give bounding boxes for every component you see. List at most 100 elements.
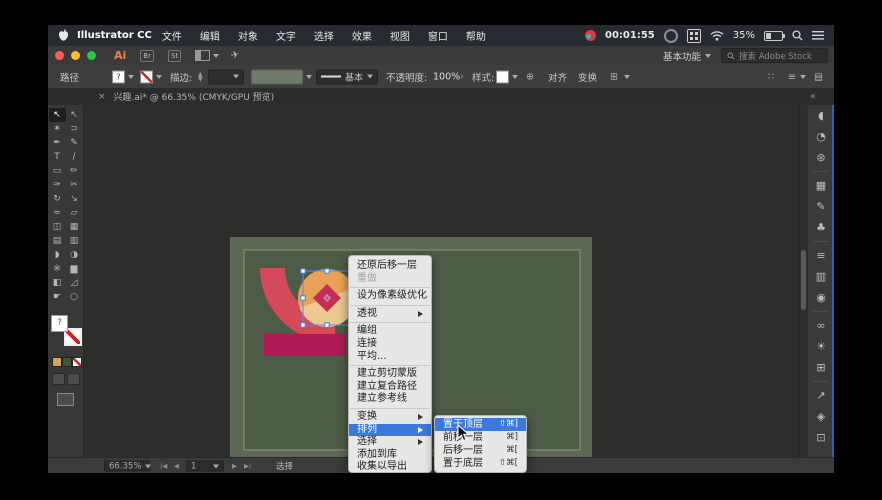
- menu-item-bring-to-front[interactable]: 置于顶层 ⇧⌘]: [435, 418, 526, 431]
- brush-definition-swatch[interactable]: [251, 69, 303, 84]
- column-graph-tool[interactable]: ▆: [66, 262, 83, 276]
- scale-tool[interactable]: ↘: [66, 192, 83, 206]
- line-segment-tool[interactable]: ∕: [66, 150, 83, 164]
- workspace-switcher[interactable]: 基本功能: [663, 49, 711, 63]
- paintbrush-tool[interactable]: ✏: [66, 164, 83, 178]
- opacity-value[interactable]: 100%: [433, 71, 460, 82]
- pen-tool[interactable]: ✒: [49, 136, 66, 150]
- menu-item-send-to-back[interactable]: 置于底层 ⇧⌘[: [435, 457, 526, 470]
- menu-item-join[interactable]: 连接: [349, 338, 431, 351]
- brushes-panel-icon[interactable]: ✎: [808, 196, 834, 217]
- vertical-scrollbar[interactable]: [799, 105, 807, 457]
- document-setup-icon[interactable]: ⊕: [526, 71, 534, 82]
- lasso-tool[interactable]: ⊃: [66, 122, 83, 136]
- blend-tool[interactable]: ◑: [66, 248, 83, 262]
- menubar-menu-effect[interactable]: 效果: [352, 28, 372, 43]
- minimize-window-button[interactable]: [71, 51, 80, 60]
- artboard-tool[interactable]: ◧: [49, 276, 66, 290]
- menubar-menu-select[interactable]: 选择: [314, 28, 334, 43]
- menubar-app-name[interactable]: Illustrator CC: [77, 30, 152, 41]
- menu-item-make-guides[interactable]: 建立参考线: [349, 393, 431, 406]
- direct-selection-tool[interactable]: ↖: [66, 108, 83, 122]
- color-panel-icon[interactable]: ◖: [808, 105, 834, 126]
- fill-chevron[interactable]: [128, 74, 134, 79]
- menu-item-undo-send-backward[interactable]: 还原后移一层: [349, 260, 431, 273]
- menu-item-perspective[interactable]: 透视: [349, 308, 431, 321]
- prev-artboard-button[interactable]: ◀: [174, 462, 179, 470]
- align-button[interactable]: 对齐: [548, 70, 567, 84]
- menu-item-select[interactable]: 选择: [349, 436, 431, 449]
- hand-tool[interactable]: ☛: [49, 290, 66, 304]
- stroke-swatch[interactable]: [140, 70, 153, 83]
- free-transform-tool[interactable]: ▱: [66, 206, 83, 220]
- perspective-grid-tool[interactable]: ▦: [66, 220, 83, 234]
- menubar-menu-view[interactable]: 视图: [390, 28, 410, 43]
- grid-options-icon[interactable]: ∷: [768, 71, 774, 82]
- style-swatch[interactable]: [496, 70, 509, 83]
- fill-unknown-swatch[interactable]: ?: [51, 315, 68, 332]
- fill-swatch[interactable]: ?: [112, 70, 125, 83]
- color-guide-panel-icon[interactable]: ◔: [808, 126, 834, 147]
- menu-item-make-compound-path[interactable]: 建立复合路径: [349, 381, 431, 394]
- zoom-tool[interactable]: ○: [66, 290, 83, 304]
- share-icon[interactable]: ✈: [230, 49, 240, 62]
- menu-item-add-to-library[interactable]: 添加到库: [349, 449, 431, 462]
- menu-item-collect-for-export[interactable]: 收集以导出: [349, 461, 431, 473]
- eyedropper-tool[interactable]: ◗: [49, 248, 66, 262]
- width-tool[interactable]: ≈: [49, 206, 66, 220]
- close-window-button[interactable]: [55, 51, 64, 60]
- cc-libraries-icon[interactable]: ∞: [808, 315, 834, 336]
- libraries-panel-icon[interactable]: ⊛: [808, 147, 834, 168]
- selection-tool[interactable]: ↖: [48, 108, 66, 122]
- document-tab-title[interactable]: 兴趣.ai* @ 66.35% (CMYK/GPU 预览): [114, 90, 275, 103]
- zoom-level-dropdown[interactable]: 66.35%: [104, 460, 152, 472]
- style-chevron[interactable]: [512, 74, 518, 79]
- mesh-tool[interactable]: ▤: [49, 234, 66, 248]
- menubar-menu-window[interactable]: 窗口: [428, 28, 448, 43]
- stock-search-input[interactable]: 搜索 Adobe Stock: [721, 48, 828, 63]
- artboards-panel-icon[interactable]: ⊞: [808, 357, 834, 378]
- curvature-tool[interactable]: ✎: [66, 136, 83, 150]
- input-source-icon[interactable]: [686, 28, 701, 43]
- tab-close-button[interactable]: ×: [98, 92, 106, 102]
- spotlight-search-icon[interactable]: [792, 30, 803, 41]
- menubar-menu-file[interactable]: 文件: [162, 28, 182, 43]
- menu-item-arrange[interactable]: 排列: [349, 423, 431, 437]
- magenta-rectangle[interactable]: [264, 334, 346, 356]
- brush-chevron[interactable]: [306, 74, 312, 79]
- scrollbar-thumb[interactable]: [801, 250, 806, 310]
- draw-behind-mode-button[interactable]: [67, 373, 80, 385]
- menubar-menu-help[interactable]: 帮助: [466, 28, 486, 43]
- scissors-tool[interactable]: ✂: [66, 178, 83, 192]
- export-panel-icon[interactable]: ↗: [808, 385, 834, 406]
- symbol-sprayer-tool[interactable]: ※: [49, 262, 66, 276]
- transform-panel-icon[interactable]: ⊞: [610, 71, 618, 82]
- gradient-mode-button[interactable]: [62, 357, 72, 367]
- menu-item-send-backward[interactable]: 后移一层 ⌘[: [435, 444, 526, 457]
- menu-options-icon[interactable]: ≡: [788, 71, 796, 82]
- appearance-panel-icon[interactable]: ☀: [808, 336, 834, 357]
- last-artboard-button[interactable]: ▶|: [244, 462, 251, 470]
- rectangle-tool[interactable]: ▭: [49, 164, 66, 178]
- menu-item-transform[interactable]: 变换: [349, 411, 431, 424]
- rotate-tool[interactable]: ↻: [49, 192, 66, 206]
- swatches-panel-icon[interactable]: ▦: [808, 175, 834, 196]
- stroke-width-dropdown[interactable]: [208, 69, 244, 84]
- arrange-documents-icon[interactable]: [195, 50, 211, 61]
- apple-icon[interactable]: [58, 29, 69, 42]
- menu-item-average[interactable]: 平均...: [349, 351, 431, 364]
- menu-item-make-pixel-perfect[interactable]: 设为像素级优化: [349, 290, 431, 303]
- gradient-panel-icon[interactable]: ▥: [808, 266, 834, 287]
- options-chevron[interactable]: [800, 74, 806, 79]
- color-mode-button[interactable]: [52, 357, 62, 367]
- gradient-tool[interactable]: ▥: [66, 234, 83, 248]
- symbols-panel-icon[interactable]: ♣: [808, 217, 834, 238]
- layers-panel-icon[interactable]: ◈: [808, 406, 834, 427]
- stroke-panel-icon[interactable]: ≡: [808, 245, 834, 266]
- zoom-window-button[interactable]: [87, 51, 96, 60]
- transparency-panel-icon[interactable]: ◉: [808, 287, 834, 308]
- transform-button[interactable]: 变换: [578, 70, 597, 84]
- align-panel-icon[interactable]: ⊡: [808, 427, 834, 448]
- menu-item-group[interactable]: 编组: [349, 325, 431, 338]
- menubar-menu-edit[interactable]: 编辑: [200, 28, 220, 43]
